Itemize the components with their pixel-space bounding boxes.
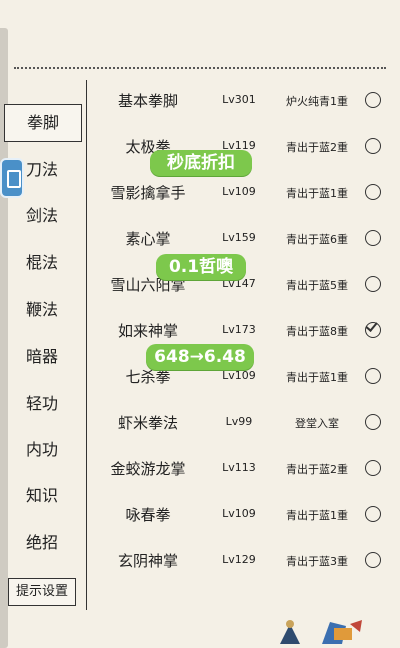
promo-badge-discount: 秒底折扣	[150, 150, 252, 176]
sidebar-item-neigong[interactable]: 内功	[4, 432, 80, 468]
decorative-figures-icon	[280, 620, 362, 644]
skill-name: 如来神掌	[117, 322, 178, 340]
select-radio[interactable]	[365, 92, 381, 108]
skill-status: 青出于蓝2重	[286, 463, 348, 476]
check-icon	[365, 319, 378, 332]
skill-status: 青出于蓝1重	[286, 187, 348, 200]
skill-level: Lv173	[222, 323, 256, 336]
list-item[interactable]: 雪影擒拿手 Lv109 青出于蓝1重	[88, 170, 400, 216]
skill-name: 基本拳脚	[117, 92, 178, 110]
skill-name: 玄阴神掌	[117, 552, 178, 570]
list-item[interactable]: 虾米拳法 Lv99 登堂入室	[88, 400, 400, 446]
skill-status: 青出于蓝6重	[286, 233, 348, 246]
skill-level: Lv109	[222, 369, 256, 382]
select-radio[interactable]	[365, 138, 381, 154]
skill-level: Lv109	[222, 185, 256, 198]
select-radio[interactable]	[365, 368, 381, 384]
skill-name: 虾米拳法	[117, 414, 178, 432]
select-radio[interactable]	[365, 552, 381, 568]
sidebar-item-zhishi[interactable]: 知识	[4, 478, 80, 514]
skill-status: 青出于蓝1重	[286, 509, 348, 522]
sidebar-item-bianfa[interactable]: 鞭法	[4, 292, 80, 328]
skill-status: 青出于蓝2重	[286, 141, 348, 154]
select-radio[interactable]	[365, 276, 381, 292]
select-radio-checked[interactable]	[365, 319, 381, 338]
skill-level: Lv129	[222, 553, 256, 566]
skill-status: 青出于蓝1重	[286, 371, 348, 384]
select-radio[interactable]	[365, 184, 381, 200]
sidebar-item-juezhao[interactable]: 绝招	[4, 525, 80, 561]
list-item[interactable]: 素心掌 Lv159 青出于蓝6重	[88, 216, 400, 262]
list-item[interactable]: 基本拳脚 Lv301 炉火纯青1重	[88, 78, 400, 124]
sidebar-item-jianfa[interactable]: 剑法	[4, 198, 80, 234]
hint-settings-button[interactable]: 提示设置	[8, 578, 76, 606]
skill-status: 登堂入室	[295, 417, 339, 430]
skill-name: 金蛟游龙掌	[110, 460, 186, 478]
skill-status: 青出于蓝8重	[286, 325, 348, 338]
top-bar	[0, 0, 400, 60]
sidebar-item-qinggong[interactable]: 轻功	[4, 386, 80, 422]
category-sidebar: 拳脚 刀法 剑法 棍法 鞭法 暗器 轻功 内功 知识 绝招	[0, 100, 86, 600]
skill-name: 素心掌	[125, 230, 171, 248]
skill-level: Lv99	[225, 415, 253, 428]
skill-name: 咏春拳	[125, 506, 171, 524]
sidebar-item-daofa[interactable]: 刀法	[4, 152, 80, 188]
skill-level: Lv301	[222, 93, 256, 106]
list-item[interactable]: 咏春拳 Lv109 青出于蓝1重	[88, 492, 400, 538]
select-radio[interactable]	[365, 230, 381, 246]
skill-status: 青出于蓝5重	[286, 279, 348, 292]
sidebar-item-anqi[interactable]: 暗器	[4, 339, 80, 375]
skill-level: Lv113	[222, 461, 256, 474]
skill-status: 青出于蓝3重	[286, 555, 348, 568]
select-radio[interactable]	[365, 414, 381, 430]
dotted-divider	[14, 67, 386, 69]
skill-level: Lv159	[222, 231, 256, 244]
select-radio[interactable]	[365, 506, 381, 522]
promo-badge-conversion: 648→6.48	[146, 344, 254, 370]
select-radio[interactable]	[365, 460, 381, 476]
skill-name: 雪影擒拿手	[110, 184, 186, 202]
sidebar-item-quanjiao[interactable]: 拳脚	[4, 104, 82, 142]
sidebar-item-gunfa[interactable]: 棍法	[4, 245, 80, 281]
promo-badge-price: 0.1哲噢	[156, 254, 246, 280]
skill-status: 炉火纯青1重	[286, 95, 348, 108]
column-divider	[86, 80, 87, 610]
list-item[interactable]: 金蛟游龙掌 Lv113 青出于蓝2重	[88, 446, 400, 492]
list-item[interactable]: 玄阴神掌 Lv129 青出于蓝3重	[88, 538, 400, 584]
skill-level: Lv109	[222, 507, 256, 520]
